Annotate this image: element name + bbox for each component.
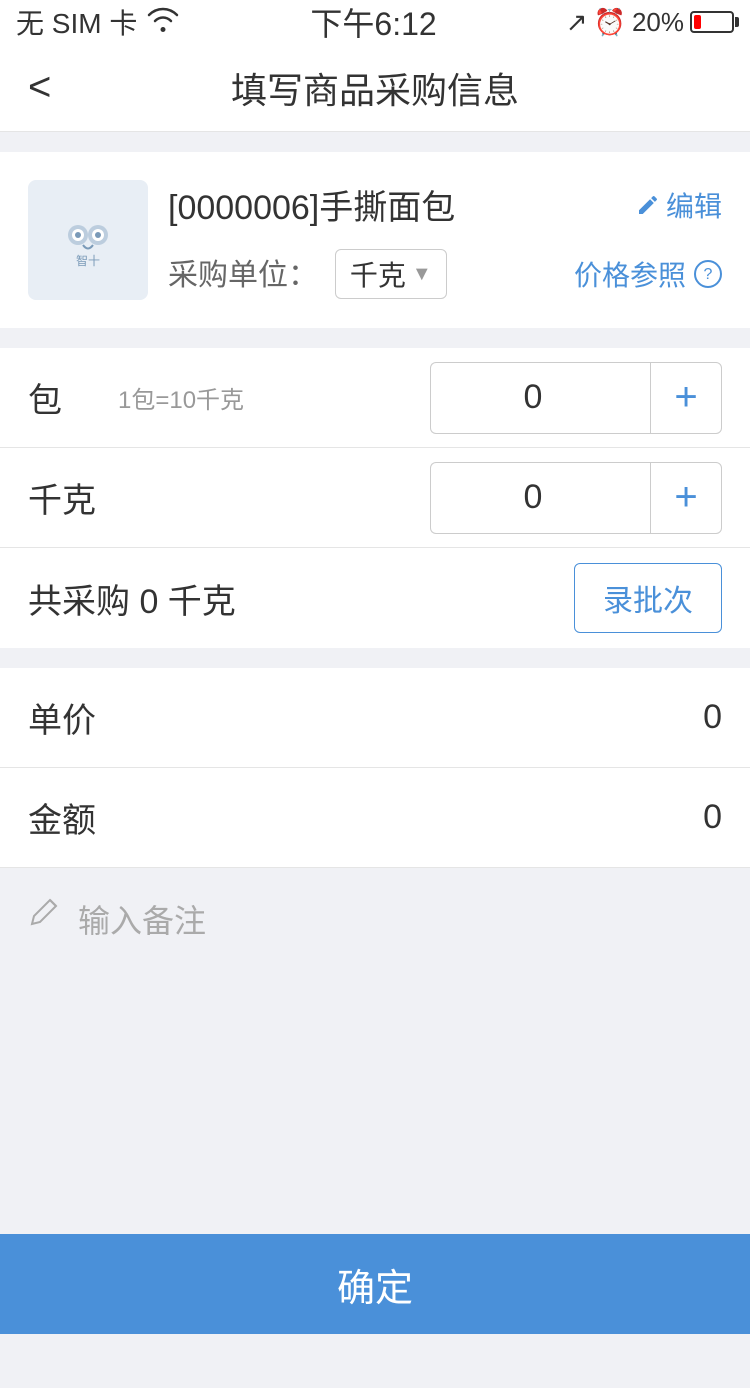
kg-input-row: 千克 + (0, 448, 750, 548)
unit-label: 采购单位： (168, 259, 318, 292)
chevron-down-icon: ▼ (412, 263, 432, 286)
product-info: [0000006]手撕面包 编辑 采购单位： 千克 ▼ 价格参照 ? (168, 180, 722, 299)
price-ref-button[interactable]: 价格参照 ? (574, 254, 722, 294)
remark-placeholder: 输入备注 (78, 896, 206, 942)
record-batch-button[interactable]: 录批次 (574, 563, 722, 633)
mid-divider-1 (0, 328, 750, 348)
top-divider (0, 132, 750, 152)
confirm-button[interactable]: 确定 (0, 1234, 750, 1334)
product-card: 智十 [0000006]手撕面包 编辑 采购单位： 千克 ▼ 价格参照 ? (0, 152, 750, 328)
summary-label: 共采购 0 千克 (28, 574, 574, 623)
no-sim-text: 无 SIM 卡 (16, 2, 137, 42)
unit-price-label: 单价 (28, 693, 703, 742)
location-icon: ↗ (566, 7, 588, 38)
kg-input-control: + (430, 462, 722, 534)
pack-number-display (430, 362, 650, 434)
kg-plus-button[interactable]: + (650, 462, 722, 534)
pack-sublabel: 1包=10千克 (118, 380, 430, 415)
summary-row: 共采购 0 千克 录批次 (0, 548, 750, 648)
status-left: 无 SIM 卡 (16, 2, 181, 42)
svg-text:智十: 智十 (76, 253, 100, 268)
kg-number-display (430, 462, 650, 534)
wifi-icon (145, 5, 181, 40)
kg-input[interactable] (431, 463, 650, 533)
unit-price-value: 0 (703, 698, 722, 737)
unit-select[interactable]: 千克 ▼ (335, 249, 447, 299)
product-image: 智十 (28, 180, 148, 300)
product-name: [0000006]手撕面包 (168, 180, 455, 229)
unit-row: 采购单位： 千克 ▼ 价格参照 ? (168, 249, 722, 299)
pack-plus-button[interactable]: + (650, 362, 722, 434)
pencil-icon (28, 896, 64, 932)
amount-label: 金额 (28, 793, 703, 842)
svg-text:?: ? (704, 266, 713, 283)
edit-button[interactable]: 编辑 (636, 185, 722, 225)
unit-selector-group: 采购单位： 千克 ▼ (168, 249, 447, 299)
page-title: 填写商品采购信息 (231, 62, 519, 114)
pack-label: 包 (28, 373, 108, 422)
status-bar: 无 SIM 卡 下午6:12 ↗ ⏰ 20% (0, 0, 750, 44)
mid-divider-2 (0, 648, 750, 668)
kg-label: 千克 (28, 473, 108, 522)
pack-input-row: 包 1包=10千克 + (0, 348, 750, 448)
amount-value: 0 (703, 798, 722, 837)
back-button[interactable]: < (28, 65, 51, 110)
product-header: [0000006]手撕面包 编辑 (168, 180, 722, 229)
remark-area[interactable]: 输入备注 (0, 868, 750, 988)
pack-input-control: + (430, 362, 722, 434)
pack-input[interactable] (431, 363, 650, 433)
status-time: 下午6:12 (310, 0, 436, 45)
status-right: ↗ ⏰ 20% (566, 7, 734, 38)
amount-row: 金额 0 (0, 768, 750, 868)
nav-bar: < 填写商品采购信息 (0, 44, 750, 132)
battery-percent: 20% (632, 7, 684, 38)
unit-price-row: 单价 0 (0, 668, 750, 768)
battery-icon (690, 11, 734, 33)
alarm-icon: ⏰ (594, 7, 626, 38)
